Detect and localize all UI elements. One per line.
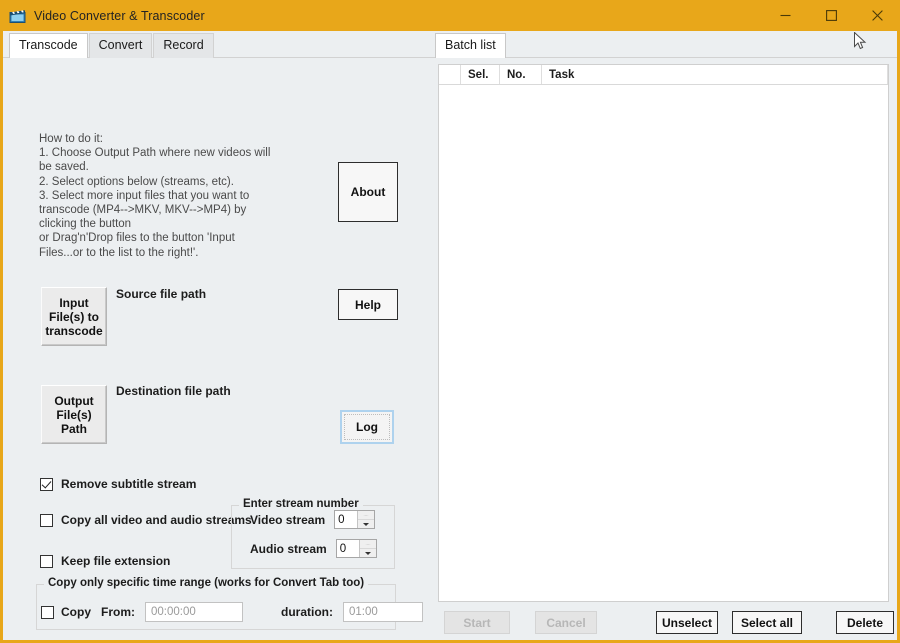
from-time-input[interactable]: 00:00:00 [145,602,243,622]
table-header-row: Sel. No. Task [439,65,888,85]
tab-batch-list[interactable]: Batch list [435,33,506,58]
application-window: Video Converter & Transcoder Transcode C… [0,0,900,643]
destination-file-path-label: Destination file path [116,384,231,398]
audio-stream-value[interactable]: 0 [337,540,359,557]
column-header-sel[interactable]: Sel. [461,65,500,84]
duration-input[interactable]: 01:00 [343,602,423,622]
maximize-icon[interactable] [808,0,854,31]
column-header-checkbox[interactable] [439,65,461,84]
checkbox-label: Keep file extension [61,554,171,568]
checkbox-icon [40,477,53,491]
source-file-path-label: Source file path [116,287,207,301]
left-pane: Transcode Convert Record How to do it: 1… [3,31,430,640]
about-button[interactable]: About [338,162,398,222]
video-stream-stepper[interactable]: 0 [334,510,376,529]
stepper-down-icon[interactable] [358,520,374,528]
checkbox-label: Copy all video and audio streams [61,513,252,527]
column-header-no[interactable]: No. [500,65,542,84]
input-files-button[interactable]: Input File(s) to transcode [41,287,107,346]
window-controls [762,0,900,31]
tab-record[interactable]: Record [153,33,214,58]
audio-stream-stepper[interactable]: 0 [335,539,377,558]
batch-tabstrip: Batch list [430,31,897,58]
video-stream-row: Video stream 0 [250,510,376,529]
tab-convert[interactable]: Convert [88,33,153,58]
title-bar: Video Converter & Transcoder [0,0,900,31]
window-title: Video Converter & Transcoder [34,8,205,23]
log-button-label: Log [356,420,378,434]
output-path-button[interactable]: Output File(s) Path [41,385,107,444]
unselect-button[interactable]: Unselect [656,611,718,634]
column-header-task[interactable]: Task [542,65,888,84]
from-label: From: [101,605,135,619]
minimize-icon[interactable] [762,0,808,31]
duration-label: duration: [281,605,333,619]
video-stream-label: Video stream [250,512,326,527]
stepper-arrows [357,511,375,528]
main-tabstrip: Transcode Convert Record [3,31,430,58]
transcode-tab-panel: How to do it: 1. Choose Output Path wher… [3,58,430,640]
help-button[interactable]: Help [338,289,398,320]
instructions-text: How to do it: 1. Choose Output Path wher… [39,133,271,259]
checkbox-icon [40,554,53,568]
batch-list-table[interactable]: Sel. No. Task [438,64,889,602]
stepper-up-icon[interactable] [358,511,375,520]
log-button[interactable]: Log [340,410,394,444]
close-icon[interactable] [854,0,900,31]
checkbox-label: Remove subtitle stream [61,477,197,491]
select-all-button[interactable]: Select all [732,611,802,634]
stepper-up-icon[interactable] [359,540,376,549]
clapperboard-icon [9,7,26,24]
checkbox-keep-file-extension[interactable]: Keep file extension [40,554,170,568]
checkbox-remove-subtitle-stream[interactable]: Remove subtitle stream [40,477,196,491]
checkbox-copy-all-streams[interactable]: Copy all video and audio streams [40,513,252,527]
audio-stream-label: Audio stream [250,541,327,556]
delete-button[interactable]: Delete [836,611,894,634]
cancel-button[interactable]: Cancel [535,611,597,634]
tab-transcode[interactable]: Transcode [9,33,88,58]
audio-stream-row: Audio stream 0 [250,539,377,558]
copy-checkbox-label: Copy [61,605,91,619]
stepper-arrows [358,540,376,557]
time-range-row: Copy From: 00:00:00 duration: 01:00 [41,602,423,622]
video-stream-value[interactable]: 0 [335,511,357,528]
checkbox-icon[interactable] [41,605,54,619]
checkbox-icon [40,513,53,527]
stream-number-group-title: Enter stream number [239,498,363,510]
table-body-empty[interactable] [439,85,888,601]
batch-action-bar: Start Cancel Unselect Select all Delete [438,602,894,640]
client-area: Transcode Convert Record How to do it: 1… [3,31,897,640]
stepper-down-icon[interactable] [360,549,376,557]
time-range-group-title: Copy only specific time range (works for… [44,577,369,589]
start-button[interactable]: Start [444,611,510,634]
right-pane: Batch list Sel. No. Task Start Cancel Un… [430,31,897,640]
